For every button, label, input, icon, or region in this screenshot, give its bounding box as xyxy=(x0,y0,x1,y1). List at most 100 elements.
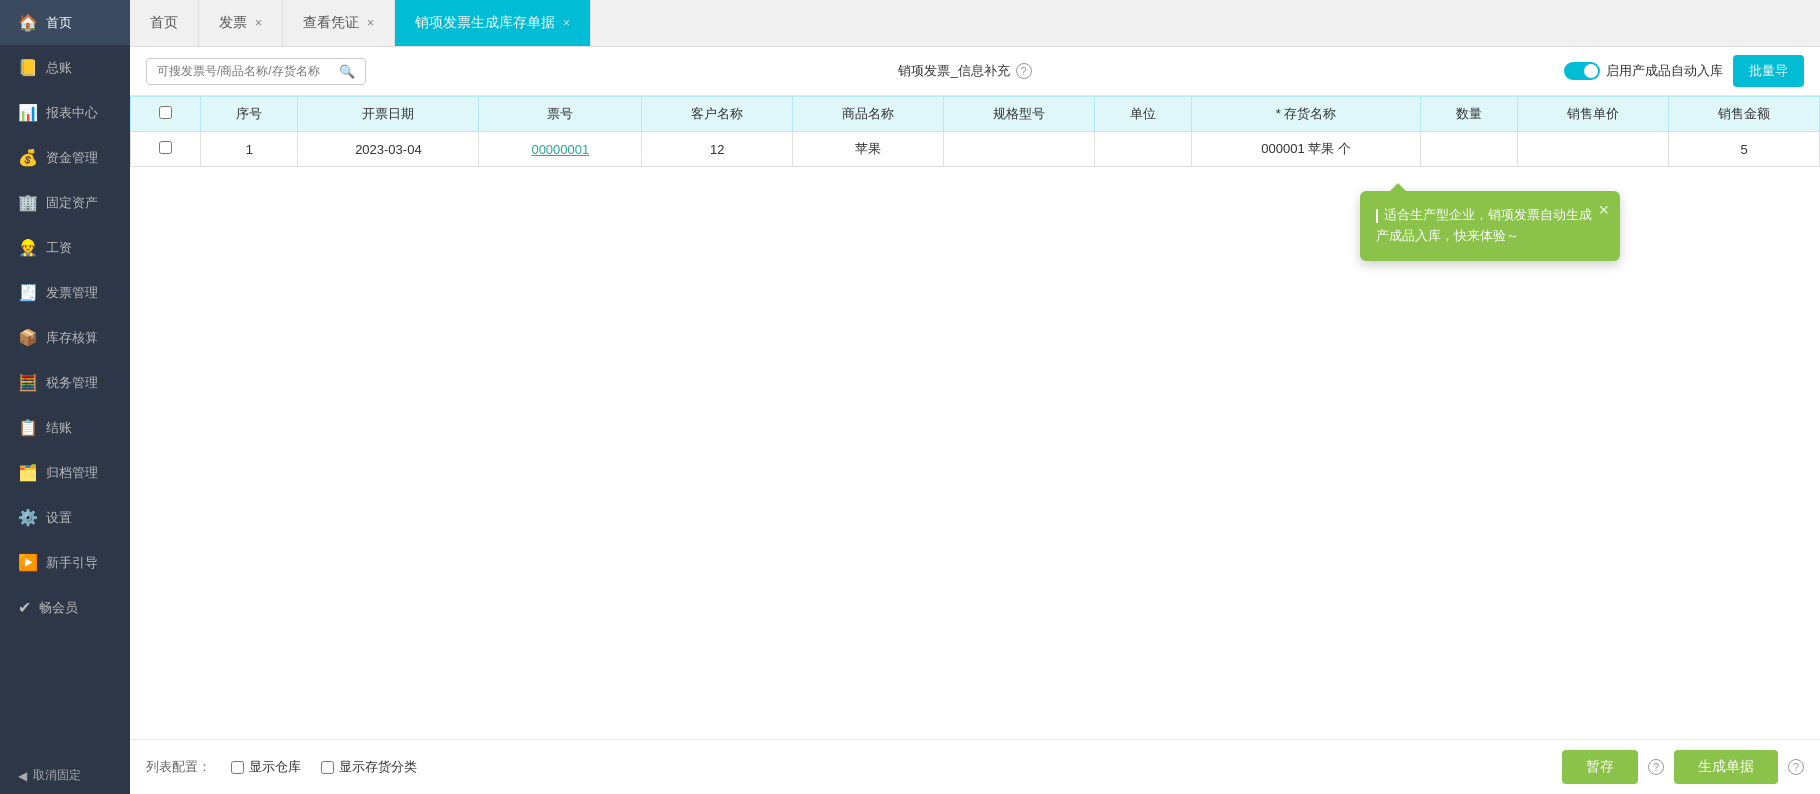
select-all-checkbox[interactable] xyxy=(159,106,172,119)
sidebar-item-home[interactable]: 🏠 首页 xyxy=(0,0,130,45)
cell-inventory: 000001 苹果 个 xyxy=(1192,132,1421,167)
batch-import-button[interactable]: 批量导 xyxy=(1733,55,1804,87)
tab-view-voucher[interactable]: 查看凭证 × xyxy=(283,0,395,46)
data-table: 序号 开票日期 票号 客户名称 商品名称 规格型号 单位 * 存货名称 数量 销… xyxy=(130,96,1820,167)
col-checkbox xyxy=(131,97,201,132)
cell-spec xyxy=(944,132,1095,167)
home-icon: 🏠 xyxy=(18,13,38,32)
payroll-icon: 👷 xyxy=(18,238,38,257)
bottom-bar: 列表配置： 显示仓库 显示存货分类 暂存 ? 生成单据 ? xyxy=(130,739,1820,794)
show-warehouse-wrap: 显示仓库 xyxy=(231,758,301,776)
cell-checkbox[interactable] xyxy=(131,132,201,167)
tooltip-popup: 适合生产型企业，销项发票自动生成产成品入库，快来体验～ ✕ xyxy=(1360,191,1620,261)
ledger-icon: 📒 xyxy=(18,58,38,77)
sidebar-item-settlement[interactable]: 📋 结账 xyxy=(0,405,130,450)
tooltip-close-button[interactable]: ✕ xyxy=(1598,199,1610,221)
sidebar-item-inventory[interactable]: 📦 库存核算 xyxy=(0,315,130,360)
tab-sale-invoice-stock[interactable]: 销项发票生成库存单据 × xyxy=(395,0,591,46)
col-amount: 销售金额 xyxy=(1669,97,1820,132)
sidebar: 🏠 首页 📒 总账 📊 报表中心 💰 资金管理 🏢 固定资产 👷 工资 🧾 发票… xyxy=(0,0,130,794)
funds-icon: 💰 xyxy=(18,148,38,167)
save-help-icon[interactable]: ? xyxy=(1648,759,1664,775)
main-content: 首页 发票 × 查看凭证 × 销项发票生成库存单据 × 🔍 销项发票_信息补充 xyxy=(130,0,1820,794)
sidebar-item-fixed-assets[interactable]: 🏢 固定资产 xyxy=(0,180,130,225)
col-qty: 数量 xyxy=(1420,97,1517,132)
col-price: 销售单价 xyxy=(1518,97,1669,132)
toolbar-right: 启用产成品自动入库 批量导 xyxy=(1564,55,1804,87)
show-inventory-category-checkbox[interactable] xyxy=(321,761,334,774)
sidebar-item-guide[interactable]: ▶️ 新手引导 xyxy=(0,540,130,585)
toolbar-left: 🔍 xyxy=(146,58,366,85)
save-button[interactable]: 暂存 xyxy=(1562,750,1638,784)
member-icon: ✔ xyxy=(18,598,31,617)
table-header-row: 序号 开票日期 票号 客户名称 商品名称 规格型号 单位 * 存货名称 数量 销… xyxy=(131,97,1820,132)
show-inventory-category-label: 显示存货分类 xyxy=(339,758,417,776)
tooltip-text: 适合生产型企业，销项发票自动生成产成品入库，快来体验～ xyxy=(1376,207,1592,243)
toggle-label: 启用产成品自动入库 xyxy=(1606,62,1723,80)
sidebar-item-tax[interactable]: 🧮 税务管理 xyxy=(0,360,130,405)
search-icon: 🔍 xyxy=(339,64,355,79)
show-inventory-category-wrap: 显示存货分类 xyxy=(321,758,417,776)
settings-icon: ⚙️ xyxy=(18,508,38,527)
col-unit: 单位 xyxy=(1095,97,1192,132)
inventory-icon: 📦 xyxy=(18,328,38,347)
show-warehouse-label: 显示仓库 xyxy=(249,758,301,776)
cell-unit xyxy=(1095,132,1192,167)
cell-amount: 5 xyxy=(1669,132,1820,167)
cell-product: 苹果 xyxy=(793,132,944,167)
sidebar-item-funds[interactable]: 💰 资金管理 xyxy=(0,135,130,180)
generate-button[interactable]: 生成单据 xyxy=(1674,750,1778,784)
config-label: 列表配置： xyxy=(146,758,211,776)
cell-seq: 1 xyxy=(201,132,298,167)
col-inventory: * 存货名称 xyxy=(1192,97,1421,132)
archive-icon: 🗂️ xyxy=(18,463,38,482)
info-help-icon[interactable]: ? xyxy=(1016,63,1032,79)
table-row: 1 2023-03-04 00000001 12 苹果 000001 苹果 个 … xyxy=(131,132,1820,167)
content-area: 🔍 销项发票_信息补充 ? 启用产成品自动入库 批量导 xyxy=(130,47,1820,794)
tab-invoice-close[interactable]: × xyxy=(255,16,262,30)
cell-date: 2023-03-04 xyxy=(298,132,479,167)
auto-stock-toggle[interactable] xyxy=(1564,62,1600,80)
table-body: 1 2023-03-04 00000001 12 苹果 000001 苹果 个 … xyxy=(131,132,1820,167)
cell-price xyxy=(1518,132,1669,167)
cell-customer: 12 xyxy=(642,132,793,167)
col-number: 票号 xyxy=(479,97,642,132)
search-input[interactable] xyxy=(157,64,333,78)
settlement-icon: 📋 xyxy=(18,418,38,437)
col-customer: 客户名称 xyxy=(642,97,793,132)
col-product: 商品名称 xyxy=(793,97,944,132)
invoice-mgmt-icon: 🧾 xyxy=(18,283,38,302)
reports-icon: 📊 xyxy=(18,103,38,122)
sidebar-item-archive[interactable]: 🗂️ 归档管理 xyxy=(0,450,130,495)
tab-bar: 首页 发票 × 查看凭证 × 销项发票生成库存单据 × xyxy=(130,0,1820,47)
tab-view-voucher-close[interactable]: × xyxy=(367,16,374,30)
bottom-bar-buttons: 暂存 ? 生成单据 ? xyxy=(1562,750,1804,784)
sidebar-item-ledger[interactable]: 📒 总账 xyxy=(0,45,130,90)
guide-icon: ▶️ xyxy=(18,553,38,572)
sidebar-item-member[interactable]: ✔ 畅会员 xyxy=(0,585,130,630)
left-arrow-icon: ◀ xyxy=(18,769,27,783)
tooltip-cursor xyxy=(1376,209,1378,223)
info-label: 销项发票_信息补充 xyxy=(898,62,1009,80)
generate-help-icon[interactable]: ? xyxy=(1788,759,1804,775)
toolbar: 🔍 销项发票_信息补充 ? 启用产成品自动入库 批量导 xyxy=(130,47,1820,96)
search-box[interactable]: 🔍 xyxy=(146,58,366,85)
tax-icon: 🧮 xyxy=(18,373,38,392)
sidebar-item-invoice-mgmt[interactable]: 🧾 发票管理 xyxy=(0,270,130,315)
cell-number[interactable]: 00000001 xyxy=(479,132,642,167)
fixed-assets-icon: 🏢 xyxy=(18,193,38,212)
col-seq: 序号 xyxy=(201,97,298,132)
sidebar-item-settings[interactable]: ⚙️ 设置 xyxy=(0,495,130,540)
tab-sale-invoice-stock-close[interactable]: × xyxy=(563,16,570,30)
unpin-action[interactable]: ◀ 取消固定 xyxy=(0,757,130,794)
toolbar-center: 销项发票_信息补充 ? xyxy=(898,62,1031,80)
col-date: 开票日期 xyxy=(298,97,479,132)
row-checkbox[interactable] xyxy=(159,141,172,154)
sidebar-item-reports[interactable]: 📊 报表中心 xyxy=(0,90,130,135)
tab-home[interactable]: 首页 xyxy=(130,0,199,46)
toggle-wrap: 启用产成品自动入库 xyxy=(1564,62,1723,80)
tab-invoice[interactable]: 发票 × xyxy=(199,0,283,46)
sidebar-item-payroll[interactable]: 👷 工资 xyxy=(0,225,130,270)
show-warehouse-checkbox[interactable] xyxy=(231,761,244,774)
table-container: 序号 开票日期 票号 客户名称 商品名称 规格型号 单位 * 存货名称 数量 销… xyxy=(130,96,1820,739)
